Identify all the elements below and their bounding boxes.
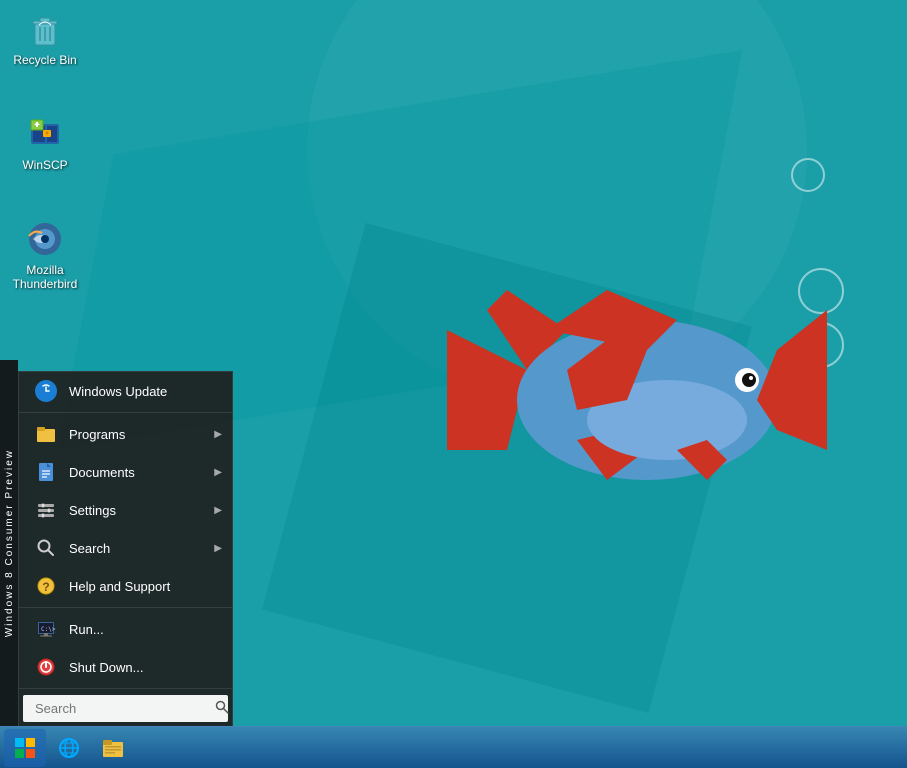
menu-item-help[interactable]: ? Help and Support	[19, 567, 232, 605]
menu-item-shutdown[interactable]: Shut Down...	[19, 648, 232, 686]
taskbar	[0, 726, 907, 768]
menu-divider-1	[19, 412, 232, 413]
help-icon: ?	[35, 575, 57, 597]
start-menu: Windows Update Programs ▶	[18, 371, 233, 726]
menu-search-bar	[23, 695, 228, 722]
recycle-bin-icon[interactable]: Recycle Bin	[5, 5, 85, 71]
desktop: Recycle Bin WinSCP	[0, 0, 907, 768]
menu-item-programs[interactable]: Programs ▶	[19, 415, 232, 453]
menu-item-settings[interactable]: Settings ▶	[19, 491, 232, 529]
file-explorer-button[interactable]	[92, 729, 134, 767]
win8-consumer-preview-label: Windows 8 Consumer Preview	[0, 360, 18, 726]
fish-illustration	[447, 250, 827, 535]
search-label: Search	[69, 541, 110, 556]
deco-circle-1	[791, 158, 825, 192]
thunderbird-img	[25, 219, 65, 259]
winscp-icon[interactable]: WinSCP	[5, 110, 85, 176]
menu-item-documents[interactable]: Documents ▶	[19, 453, 232, 491]
winscp-label: WinSCP	[22, 158, 67, 172]
shutdown-label: Shut Down...	[69, 660, 143, 675]
documents-icon	[35, 461, 57, 483]
thunderbird-icon[interactable]: Mozilla Thunderbird	[5, 215, 85, 296]
recycle-bin-img	[25, 9, 65, 49]
settings-icon	[35, 499, 57, 521]
search-menu-icon	[35, 537, 57, 559]
menu-item-search[interactable]: Search ▶	[19, 529, 232, 567]
help-label: Help and Support	[69, 579, 170, 594]
recycle-bin-label: Recycle Bin	[13, 53, 76, 67]
programs-icon	[35, 423, 57, 445]
windows-update-icon	[35, 380, 57, 402]
settings-arrow: ▶	[214, 505, 222, 516]
menu-item-run[interactable]: C:\>_ Run...	[19, 610, 232, 648]
menu-divider-2	[19, 607, 232, 608]
settings-label: Settings	[69, 503, 116, 518]
search-arrow: ▶	[214, 543, 222, 554]
winscp-img	[25, 114, 65, 154]
menu-item-windows-update[interactable]: Windows Update	[19, 372, 232, 410]
run-icon: C:\>_	[35, 618, 57, 640]
thunderbird-label: Mozilla Thunderbird	[9, 263, 81, 292]
windows-update-label: Windows Update	[69, 384, 167, 399]
start-button[interactable]	[4, 729, 46, 767]
programs-arrow: ▶	[214, 429, 222, 440]
run-label: Run...	[69, 622, 104, 637]
documents-label: Documents	[69, 465, 135, 480]
search-submit-button[interactable]	[215, 700, 229, 717]
svg-text:C:\>_: C:\>_	[41, 626, 56, 633]
documents-arrow: ▶	[214, 467, 222, 478]
search-input[interactable]	[31, 699, 215, 718]
internet-explorer-button[interactable]	[48, 729, 90, 767]
menu-divider-3	[19, 688, 232, 689]
programs-label: Programs	[69, 427, 125, 442]
shutdown-icon	[35, 656, 57, 678]
svg-text:?: ?	[42, 580, 49, 594]
